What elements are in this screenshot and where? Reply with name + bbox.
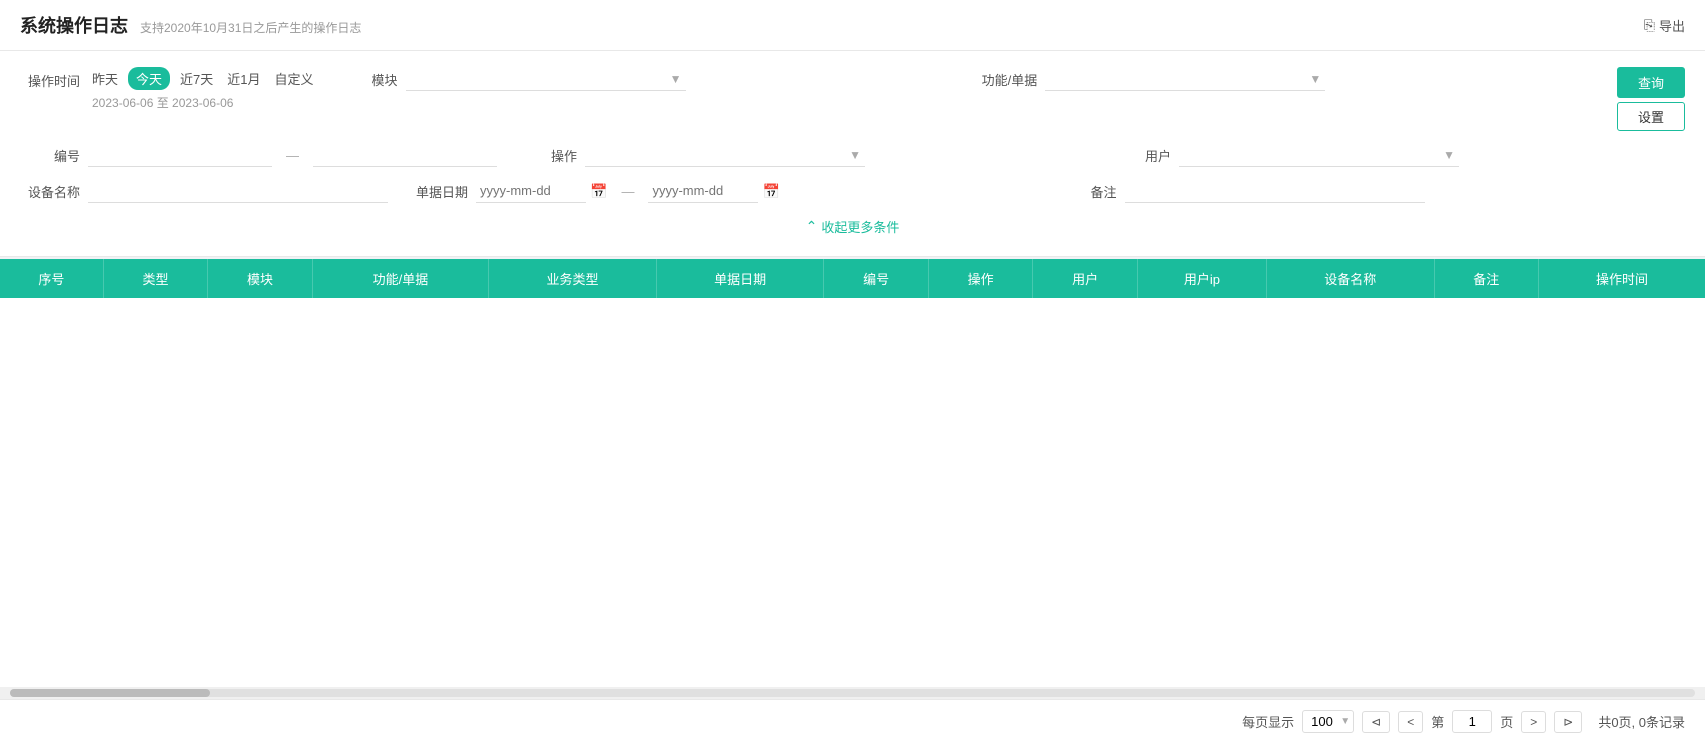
col-op-time: 操作时间 xyxy=(1539,259,1705,298)
pagination: 每页显示 100 50 200 ▼ ⊲ < 第 页 > ⊳ 共0页, 0条记录 xyxy=(0,699,1705,743)
operation-select[interactable] xyxy=(585,143,865,167)
time-btn-yesterday[interactable]: 昨天 xyxy=(88,67,122,90)
export-button[interactable]: ⎘ 导出 xyxy=(1644,16,1685,35)
col-type: 类型 xyxy=(103,259,207,298)
page-size-label: 每页显示 xyxy=(1242,712,1294,731)
number-input-start[interactable] xyxy=(88,143,272,167)
operation-select-wrap: ▼ xyxy=(585,143,865,167)
collapse-icon: ⌃ xyxy=(806,218,818,235)
module-label: 模块 xyxy=(338,70,398,89)
calendar-end-icon[interactable]: 📅 xyxy=(762,183,779,200)
page-container: 系统操作日志 支持2020年10月31日之后产生的操作日志 ⎘ 导出 操作时间 … xyxy=(0,0,1705,743)
scrollbar-area xyxy=(0,687,1705,699)
collapse-label: 收起更多条件 xyxy=(821,217,899,236)
page-num-input[interactable] xyxy=(1452,710,1492,733)
header-left: 系统操作日志 支持2020年10月31日之后产生的操作日志 xyxy=(20,12,361,38)
calendar-start-icon[interactable]: 📅 xyxy=(590,183,607,200)
page-prev-button[interactable]: < xyxy=(1398,711,1423,733)
export-icon: ⎘ xyxy=(1644,17,1655,34)
settings-button[interactable]: 设置 xyxy=(1617,102,1685,131)
col-device: 设备名称 xyxy=(1266,259,1434,298)
query-button[interactable]: 查询 xyxy=(1617,67,1685,98)
page-unit: 页 xyxy=(1500,712,1513,731)
user-label: 用户 xyxy=(1111,146,1171,165)
remark-label: 备注 xyxy=(1057,182,1117,201)
filter-area: 操作时间 昨天 今天 近7天 近1月 自定义 2023-06-06 至 2023… xyxy=(0,51,1705,257)
col-function: 功能/单据 xyxy=(312,259,488,298)
page-header: 系统操作日志 支持2020年10月31日之后产生的操作日志 ⎘ 导出 xyxy=(0,0,1705,51)
page-last-button[interactable]: ⊳ xyxy=(1554,711,1582,733)
export-label: 导出 xyxy=(1659,16,1685,35)
device-input[interactable] xyxy=(88,179,388,203)
page-size-select[interactable]: 100 50 200 xyxy=(1302,710,1354,733)
collapse-row: ⌃ 收起更多条件 xyxy=(20,211,1685,240)
time-btn-custom[interactable]: 自定义 xyxy=(271,67,318,90)
number-label: 编号 xyxy=(20,146,80,165)
col-remark: 备注 xyxy=(1434,259,1538,298)
col-operation: 操作 xyxy=(928,259,1032,298)
page-next-button[interactable]: > xyxy=(1521,711,1546,733)
number-input-end[interactable] xyxy=(313,143,497,167)
time-date-range: 2023-06-06 至 2023-06-06 xyxy=(92,94,318,111)
date-start-input[interactable] xyxy=(476,179,586,203)
page-first-button[interactable]: ⊲ xyxy=(1362,711,1390,733)
col-module: 模块 xyxy=(208,259,312,298)
table-header-row: 序号 类型 模块 功能/单据 业务类型 单据日期 编号 操作 用户 用户ip 设… xyxy=(0,259,1705,298)
col-user: 用户 xyxy=(1033,259,1137,298)
number-dash: — xyxy=(286,148,299,163)
page-subtitle: 支持2020年10月31日之后产生的操作日志 xyxy=(140,19,361,36)
date-end-wrap: 📅 xyxy=(648,179,779,203)
total-text: 共0页, 0条记录 xyxy=(1598,712,1685,731)
time-btn-1month[interactable]: 近1月 xyxy=(223,67,264,90)
data-table: 序号 类型 模块 功能/单据 业务类型 单据日期 编号 操作 用户 用户ip 设… xyxy=(0,259,1705,298)
table-area: 序号 类型 模块 功能/单据 业务类型 单据日期 编号 操作 用户 用户ip 设… xyxy=(0,259,1705,687)
time-label: 操作时间 xyxy=(20,67,80,90)
empty-area xyxy=(0,298,1705,638)
date-end-input[interactable] xyxy=(648,179,758,203)
function-select[interactable] xyxy=(1045,67,1325,91)
date-start-wrap: 📅 xyxy=(476,179,607,203)
time-btn-today[interactable]: 今天 xyxy=(128,67,170,90)
device-label: 设备名称 xyxy=(20,182,80,201)
action-buttons: 查询 设置 xyxy=(1617,67,1685,131)
col-number: 编号 xyxy=(824,259,928,298)
col-seq: 序号 xyxy=(0,259,103,298)
module-select-wrap: ▼ xyxy=(406,67,686,91)
collapse-button[interactable]: ⌃ 收起更多条件 xyxy=(806,217,900,236)
page-title: 系统操作日志 xyxy=(20,12,128,38)
date-dash: — xyxy=(621,184,634,199)
function-select-wrap: ▼ xyxy=(1045,67,1325,91)
date-label: 单据日期 xyxy=(408,182,468,201)
page-label: 第 xyxy=(1431,712,1444,731)
scrollbar-track xyxy=(10,689,1695,697)
time-buttons: 昨天 今天 近7天 近1月 自定义 xyxy=(88,67,318,90)
user-select-wrap: ▼ xyxy=(1179,143,1459,167)
col-user-ip: 用户ip xyxy=(1137,259,1266,298)
col-bill-date: 单据日期 xyxy=(656,259,824,298)
module-select[interactable] xyxy=(406,67,686,91)
page-size-wrap: 100 50 200 ▼ xyxy=(1302,710,1354,733)
time-filter-group: 昨天 今天 近7天 近1月 自定义 2023-06-06 至 2023-06-0… xyxy=(88,67,318,111)
operation-label: 操作 xyxy=(517,146,577,165)
col-biz-type: 业务类型 xyxy=(489,259,657,298)
remark-input[interactable] xyxy=(1125,179,1425,203)
time-btn-7days[interactable]: 近7天 xyxy=(176,67,217,90)
function-label: 功能/单据 xyxy=(977,70,1037,89)
user-select[interactable] xyxy=(1179,143,1459,167)
table-header: 序号 类型 模块 功能/单据 业务类型 单据日期 编号 操作 用户 用户ip 设… xyxy=(0,259,1705,298)
scrollbar-thumb[interactable] xyxy=(10,689,210,697)
